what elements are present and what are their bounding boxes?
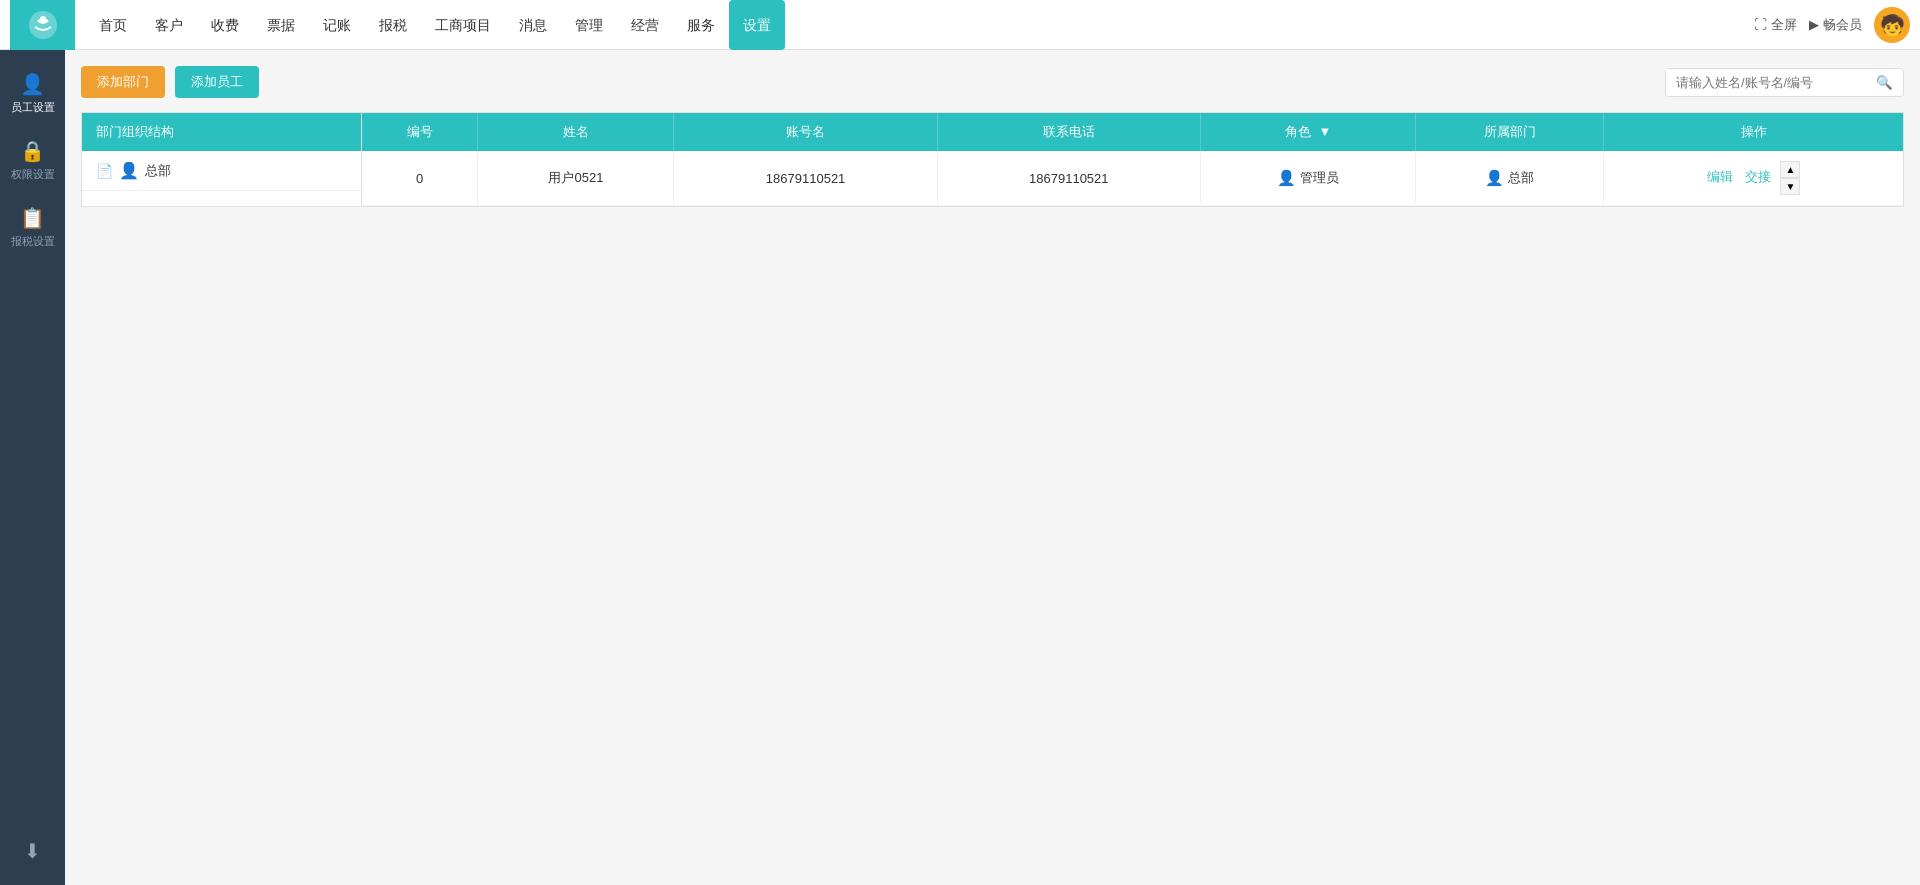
role-person-icon: 👤: [1277, 169, 1296, 187]
table-area: 部门组织结构 📄 👤 总部 编号 姓名 账号名 联系电话: [81, 112, 1904, 207]
col-account: 账号名: [674, 113, 937, 151]
filter-icon[interactable]: ▼: [1318, 124, 1331, 139]
scroll-down-btn[interactable]: ▼: [1780, 178, 1800, 195]
nav-tax[interactable]: 报税: [365, 0, 421, 50]
search-input[interactable]: [1666, 69, 1866, 96]
lock-icon: 🔒: [20, 139, 45, 163]
cell-phone: 18679110521: [937, 151, 1200, 206]
sidebar-bottom: ⬇: [24, 827, 41, 885]
add-emp-button[interactable]: 添加员工: [175, 66, 259, 98]
col-role: 角色 ▼: [1200, 113, 1415, 151]
cell-id: 0: [362, 151, 478, 206]
nav-commerce[interactable]: 工商项目: [421, 0, 505, 50]
cell-account: 18679110521: [674, 151, 937, 206]
download-icon: ⬇: [24, 839, 41, 863]
avatar[interactable]: 🧒: [1874, 7, 1910, 43]
col-dept: 所属部门: [1416, 113, 1604, 151]
sidebar-item-permission[interactable]: 🔒 权限设置: [0, 127, 65, 194]
sidebar-employee-label: 员工设置: [11, 100, 55, 115]
video-icon: ▶: [1809, 17, 1819, 32]
scroll-up-btn[interactable]: ▲: [1780, 161, 1800, 178]
nav-home[interactable]: 首页: [85, 0, 141, 50]
top-nav: 首页 客户 收费 票据 记账 报税 工商项目 消息 管理 经营 服务 设置 ⛶ …: [0, 0, 1920, 50]
nav-manage[interactable]: 管理: [561, 0, 617, 50]
fullscreen-label: 全屏: [1771, 16, 1797, 34]
toolbar: 添加部门 添加员工 🔍: [81, 66, 1904, 98]
member-button[interactable]: ▶ 畅会员: [1809, 16, 1862, 34]
org-item-root-label: 总部: [145, 162, 171, 180]
cell-role: 👤 管理员: [1200, 151, 1415, 206]
emp-table: 编号 姓名 账号名 联系电话 角色 ▼ 所属部门 操作: [362, 113, 1903, 206]
edit-link[interactable]: 编辑: [1707, 169, 1733, 184]
nav-customer[interactable]: 客户: [141, 0, 197, 50]
sidebar-item-employee[interactable]: 👤 员工设置: [0, 60, 65, 127]
svg-point-0: [40, 16, 46, 22]
fullscreen-icon: ⛶: [1754, 17, 1767, 32]
search-button[interactable]: 🔍: [1866, 69, 1903, 96]
nav-right: ⛶ 全屏 ▶ 畅会员 🧒: [1754, 7, 1910, 43]
layout: 👤 员工设置 🔒 权限设置 📋 报税设置 ⬇ 添加部门 添加员工 🔍: [0, 50, 1920, 885]
nav-invoice[interactable]: 票据: [253, 0, 309, 50]
tax-settings-icon: 📋: [20, 206, 45, 230]
nav-service[interactable]: 服务: [673, 0, 729, 50]
nav-message[interactable]: 消息: [505, 0, 561, 50]
employee-icon: 👤: [20, 72, 45, 96]
col-id: 编号: [362, 113, 478, 151]
main-content: 添加部门 添加员工 🔍 部门组织结构 📄 👤 总部: [65, 50, 1920, 885]
cell-dept: 👤 总部: [1416, 151, 1604, 206]
role-label: 管理员: [1300, 169, 1339, 187]
nav-billing[interactable]: 收费: [197, 0, 253, 50]
file-icon: 📄: [96, 163, 113, 179]
sidebar-item-tax-settings[interactable]: 📋 报税设置: [0, 194, 65, 261]
nav-settings[interactable]: 设置: [729, 0, 785, 50]
dept-person-icon: 👤: [1485, 169, 1504, 187]
add-dept-button[interactable]: 添加部门: [81, 66, 165, 98]
transfer-link[interactable]: 交接: [1745, 169, 1771, 184]
cell-name: 用户0521: [478, 151, 674, 206]
org-header: 部门组织结构: [82, 113, 361, 151]
nav-operation[interactable]: 经营: [617, 0, 673, 50]
sidebar-permission-label: 权限设置: [11, 167, 55, 182]
table-row: 0 用户0521 18679110521 18679110521 👤 管理员: [362, 151, 1903, 206]
org-panel: 部门组织结构 📄 👤 总部: [82, 113, 362, 206]
org-item-root[interactable]: 📄 👤 总部: [82, 151, 361, 191]
nav-menu: 首页 客户 收费 票据 记账 报税 工商项目 消息 管理 经营 服务 设置: [85, 0, 1754, 50]
person-icon: 👤: [119, 161, 139, 180]
search-box: 🔍: [1665, 68, 1904, 97]
cell-actions: 编辑 交接 ▲ ▼: [1604, 151, 1903, 206]
sidebar-tax-label: 报税设置: [11, 234, 55, 249]
col-name: 姓名: [478, 113, 674, 151]
dept-label: 总部: [1508, 169, 1534, 187]
col-actions: 操作: [1604, 113, 1903, 151]
sidebar: 👤 员工设置 🔒 权限设置 📋 报税设置 ⬇: [0, 50, 65, 885]
fullscreen-button[interactable]: ⛶ 全屏: [1754, 16, 1797, 34]
member-label: 畅会员: [1823, 16, 1862, 34]
col-phone: 联系电话: [937, 113, 1200, 151]
nav-accounting[interactable]: 记账: [309, 0, 365, 50]
logo: [10, 0, 75, 50]
sidebar-download[interactable]: ⬇: [24, 827, 41, 875]
